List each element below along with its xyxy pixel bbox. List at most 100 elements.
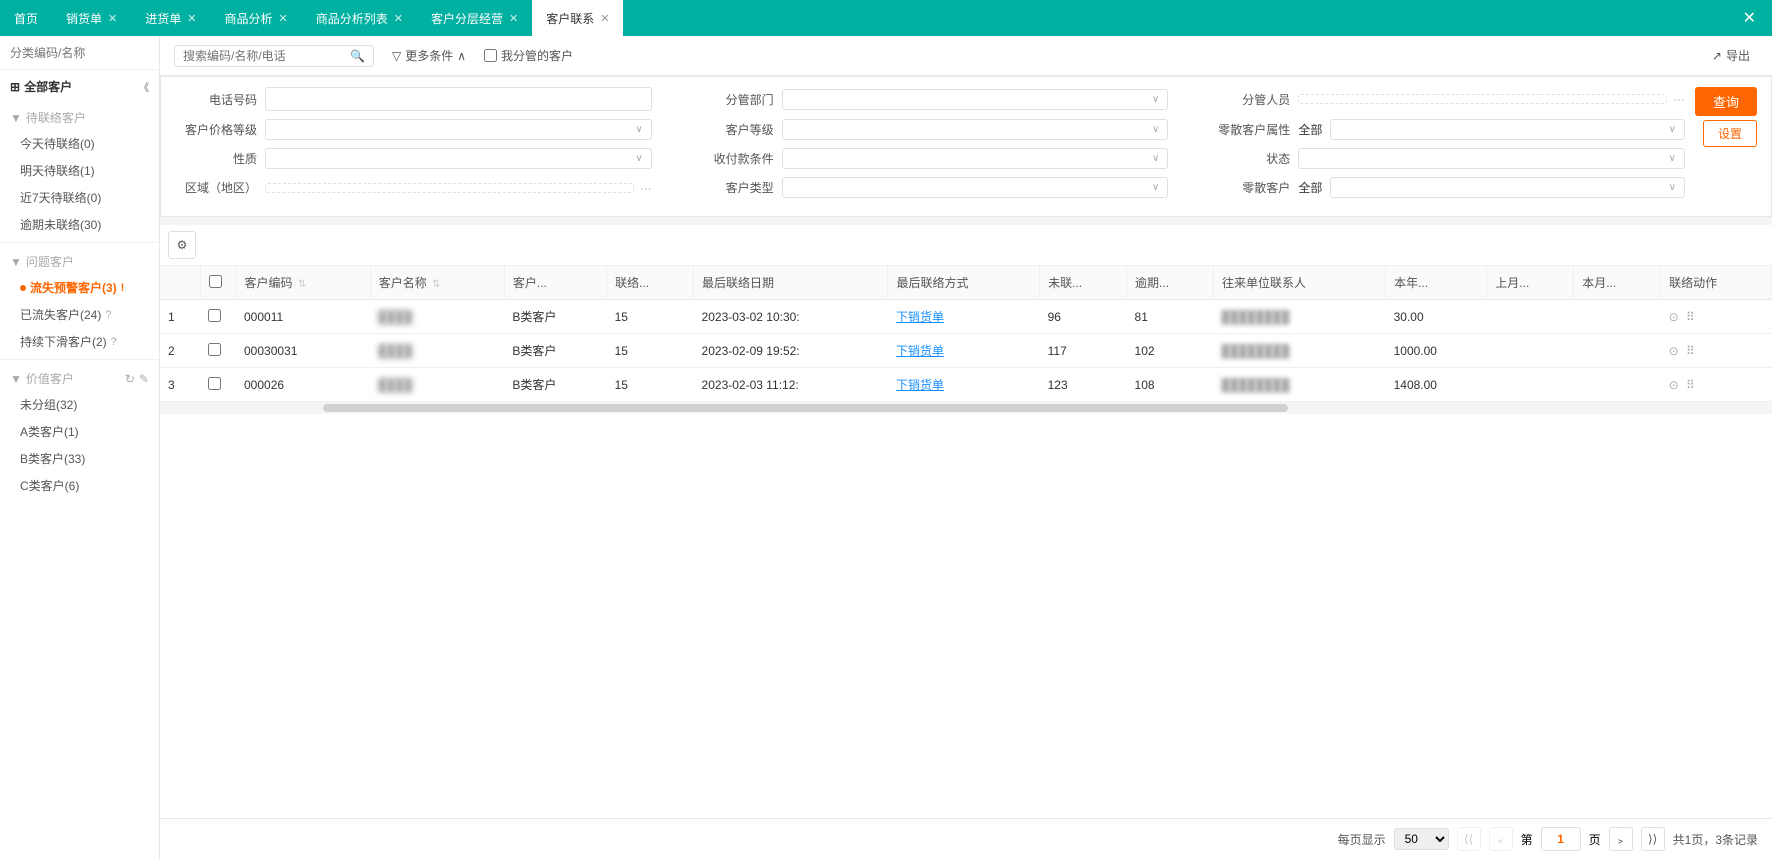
my-customers-check[interactable] [484,49,497,62]
price-level-select[interactable]: ∨ [265,119,652,140]
tab-product-analysis-list[interactable]: 商品分析列表 ✕ [302,0,417,36]
page-input[interactable] [1541,827,1581,851]
tab-close-icon[interactable]: ✕ [187,12,196,25]
sidebar-item-c-class[interactable]: C类客户(6) [0,472,159,499]
sidebar-item-a-class[interactable]: A类客户(1) [0,418,159,445]
dept-select[interactable]: ∨ [782,89,1169,110]
value-section-title[interactable]: ▼ 价值客户 ↻ ✎ [0,364,159,391]
settings-button[interactable]: 设置 [1703,120,1757,147]
search-input[interactable] [183,49,350,63]
section-label: 价值客户 [26,370,74,387]
tab-close-icon[interactable]: ✕ [509,12,518,25]
my-customers-checkbox[interactable]: 我分管的客户 [484,47,573,64]
column-settings-button[interactable]: ⚙ [168,231,196,259]
gender-select[interactable]: ∨ [265,148,652,169]
more-icon[interactable]: ··· [1673,92,1685,106]
item-label: 持续下滑客户(2) [20,333,107,350]
th-label: 最后联络方式 [896,276,968,290]
status-select[interactable]: ∨ [1298,148,1685,169]
first-page-button[interactable]: ⟨⟨ [1457,827,1481,851]
tab-sales-order[interactable]: 销货单 ✕ [52,0,131,36]
filter-search-box[interactable]: 🔍 [174,45,374,67]
prev-page-button[interactable]: ﹤ [1489,827,1513,851]
chevron-down-icon: ∨ [1669,153,1676,164]
row-checkbox[interactable] [208,343,221,356]
action-icon-1[interactable]: ⊙ [1669,310,1679,324]
tab-customer-stratification[interactable]: 客户分层经营 ✕ [417,0,532,36]
query-button[interactable]: 查询 [1695,87,1757,116]
collapse-icon[interactable]: 《 [139,79,149,94]
sidebar-item-churned[interactable]: 已流失客户(24) ? [0,301,159,328]
cell-last-type[interactable]: 下销货单 [888,368,1040,402]
scroll-thumb[interactable] [323,404,1288,412]
phone-input[interactable] [265,87,652,111]
sort-icon[interactable]: ⇅ [298,279,306,290]
sidebar-item-today[interactable]: 今天待联络(0) [0,130,159,157]
tab-product-analysis[interactable]: 商品分析 ✕ [210,0,301,36]
zero-attr-select[interactable]: ∨ [1330,119,1685,140]
sort-icon[interactable]: ⇅ [432,279,440,290]
action-icon-1[interactable]: ⊙ [1669,344,1679,358]
tab-close-icon[interactable]: ✕ [108,12,117,25]
next-page-button[interactable]: ﹥ [1609,827,1633,851]
payment-select[interactable]: ∨ [782,148,1169,169]
last-type-link[interactable]: 下销货单 [896,310,944,324]
action-icon-2[interactable]: ⠿ [1686,378,1695,392]
last-type-link[interactable]: 下销货单 [896,378,944,392]
item-label: 流失预警客户(3) [30,279,117,296]
sidebar-item-unclassified[interactable]: 未分组(32) [0,391,159,418]
last-page-button[interactable]: ⟩⟩ [1641,827,1665,851]
info-icon: ? [105,309,111,321]
tab-close-icon[interactable]: ✕ [394,12,403,25]
cell-last-type[interactable]: 下销货单 [888,334,1040,368]
action-icon-1[interactable]: ⊙ [1669,378,1679,392]
th-overdue: 逾期... [1127,266,1214,300]
all-customers-header[interactable]: ⊞ 全部客户 《 [0,70,159,103]
th-label: 本月... [1582,276,1616,290]
last-type-link[interactable]: 下销货单 [896,344,944,358]
page-size-select[interactable]: 50 20 100 [1394,828,1449,850]
sidebar-item-tomorrow[interactable]: 明天待联络(1) [0,157,159,184]
more-conditions-button[interactable]: ▽ 更多条件 ∧ [384,44,474,67]
action-icon-2[interactable]: ⠿ [1686,344,1695,358]
page-label: 第 [1521,831,1533,848]
more-icon[interactable]: ··· [640,181,652,195]
zero-customer-select[interactable]: ∨ [1330,177,1685,198]
edit-icon[interactable]: ✎ [139,372,149,386]
sidebar-item-b-class[interactable]: B类客户(33) [0,445,159,472]
cell-this-month [1574,368,1661,402]
content-area: 🔍 ▽ 更多条件 ∧ 我分管的客户 ↗ 导出 [160,36,1772,859]
export-button[interactable]: ↗ 导出 [1704,44,1758,67]
select-all-checkbox[interactable] [209,275,222,288]
cell-last-type[interactable]: 下销货单 [888,300,1040,334]
pending-section-title[interactable]: ▼ 待联络客户 [0,103,159,130]
cell-unit-contact: ████████ [1213,300,1385,334]
row-checkbox[interactable] [208,377,221,390]
sidebar-item-overdue[interactable]: 逾期未联络(30) [0,211,159,238]
tab-purchase-order[interactable]: 进货单 ✕ [131,0,210,36]
table-row: 2 00030031 ████ B类客户 15 2023-02-09 19:52… [160,334,1772,368]
region-input[interactable] [265,183,634,193]
sidebar-search[interactable]: 🔍 [0,36,159,70]
tab-homepage[interactable]: 首页 [0,0,52,36]
chevron-down-icon: ∨ [635,153,642,164]
sidebar-item-7days[interactable]: 近7天待联络(0) [0,184,159,211]
sidebar-item-declining[interactable]: 持续下滑客户(2) ? [0,328,159,355]
tab-bar: 首页 销货单 ✕ 进货单 ✕ 商品分析 ✕ 商品分析列表 ✕ 客户分层经营 ✕ … [0,0,1772,36]
tab-customer-contact[interactable]: 客户联系 ✕ [532,0,623,36]
sidebar-item-churn-warning[interactable]: 流失预警客户(3) ! [0,274,159,301]
window-close-button[interactable]: ✕ [1743,8,1772,28]
customer-level-select[interactable]: ∨ [782,119,1169,140]
manager-input[interactable] [1298,94,1667,104]
tab-close-icon[interactable]: ✕ [279,12,288,25]
action-icon-2[interactable]: ⠿ [1686,310,1695,324]
sidebar-search-input[interactable] [10,46,160,60]
horizontal-scrollbar[interactable] [160,402,1772,414]
problem-section-title[interactable]: ▼ 问题客户 [0,247,159,274]
cust-type-select[interactable]: ∨ [782,177,1169,198]
row-checkbox[interactable] [208,309,221,322]
refresh-icon[interactable]: ↻ [125,372,135,386]
th-last-month: 上月... [1487,266,1574,300]
tab-close-icon[interactable]: ✕ [600,12,609,25]
all-customers-label: 全部客户 [24,78,72,95]
